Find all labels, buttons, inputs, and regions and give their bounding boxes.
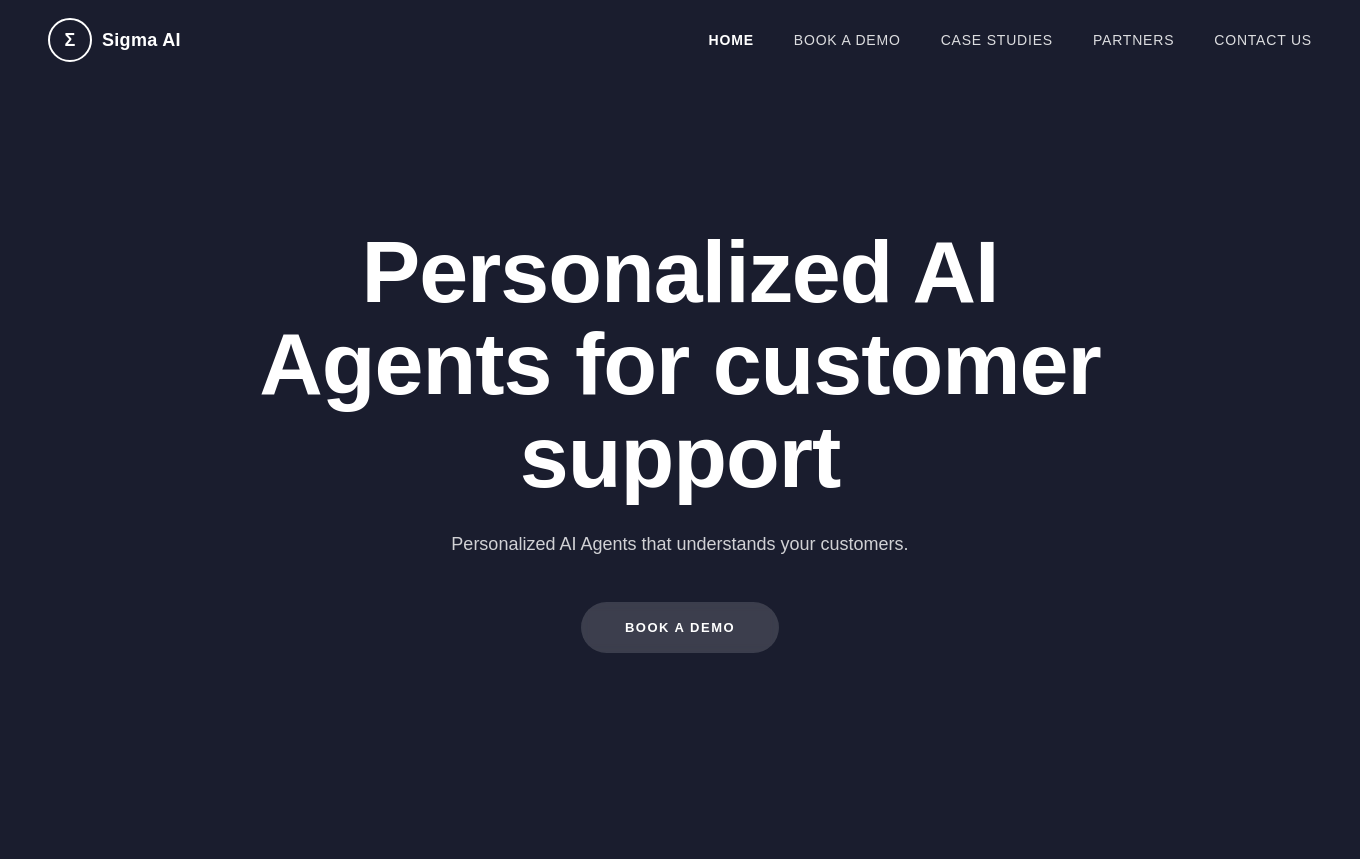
nav-home[interactable]: HOME — [709, 32, 754, 48]
hero-section: Personalized AI Agents for customer supp… — [0, 0, 1360, 859]
hero-cta-button[interactable]: BOOK A DEMO — [581, 602, 779, 653]
nav-contact-us[interactable]: CONTACT US — [1214, 32, 1312, 48]
main-nav: HOME BOOK A DEMO CASE STUDIES PARTNERS C… — [709, 32, 1312, 48]
logo-name: Sigma AI — [102, 30, 181, 51]
nav-partners[interactable]: PARTNERS — [1093, 32, 1174, 48]
logo-link[interactable]: Σ Sigma AI — [48, 18, 181, 62]
sigma-symbol: Σ — [65, 30, 76, 51]
nav-book-demo[interactable]: BOOK A DEMO — [794, 32, 901, 48]
hero-subtitle: Personalized AI Agents that understands … — [451, 531, 908, 558]
logo-icon: Σ — [48, 18, 92, 62]
hero-title: Personalized AI Agents for customer supp… — [230, 226, 1130, 503]
site-header: Σ Sigma AI HOME BOOK A DEMO CASE STUDIES… — [0, 0, 1360, 80]
nav-case-studies[interactable]: CASE STUDIES — [941, 32, 1053, 48]
